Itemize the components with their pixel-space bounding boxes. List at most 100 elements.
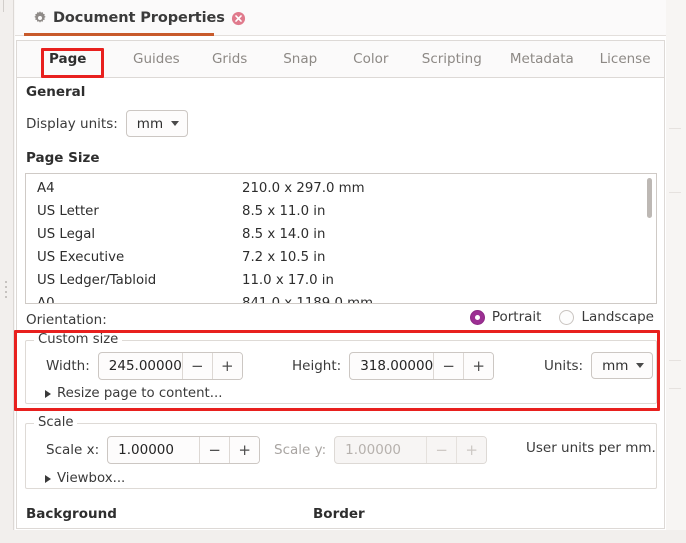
- height-stepper[interactable]: 318.00000 − +: [349, 352, 495, 380]
- scale-y-stepper: 1.00000 − +: [334, 436, 488, 464]
- scale-y-fields: Scale y: 1.00000 − +: [274, 436, 488, 464]
- chevron-right-icon: [45, 389, 51, 398]
- list-item[interactable]: US Ledger/Tabloid 11.0 x 17.0 in: [26, 269, 656, 292]
- page-size-dimensions: 8.5 x 14.0 in: [242, 227, 326, 242]
- custom-units-fields: Units: mm: [544, 352, 654, 379]
- units-label: Units:: [544, 357, 584, 374]
- orientation-row: Orientation: Portrait Landscape: [26, 309, 658, 333]
- width-label: Width:: [46, 358, 90, 374]
- tab-metadata[interactable]: Metadata: [497, 40, 586, 78]
- page-size-name: US Executive: [37, 250, 125, 265]
- list-item[interactable]: US Executive 7.2 x 10.5 in: [26, 246, 656, 269]
- tab-grids[interactable]: Grids: [194, 40, 265, 78]
- tab-scripting-label: Scripting: [421, 51, 482, 67]
- height-increment-button[interactable]: +: [463, 353, 494, 379]
- units-dropdown[interactable]: mm: [591, 352, 654, 379]
- resize-page-to-content-expander[interactable]: Resize page to content...: [45, 386, 222, 401]
- height-label: Height:: [292, 358, 342, 374]
- page-tab-content: General Display units: mm Page Size A4 2…: [16, 78, 665, 529]
- page-size-dimensions: 210.0 x 297.0 mm: [242, 181, 365, 196]
- tab-color-label: Color: [353, 51, 389, 67]
- panel-drag-handle[interactable]: [5, 281, 8, 298]
- width-stepper[interactable]: 245.00000 − +: [97, 352, 243, 380]
- custom-size-group: Custom size Width: 245.00000 − + Height:…: [25, 332, 657, 404]
- scale-x-fields: Scale x: 1.00000 − +: [46, 436, 261, 464]
- width-decrement-button[interactable]: −: [181, 353, 212, 379]
- tab-guides-label: Guides: [133, 51, 180, 67]
- page-size-name: US Ledger/Tabloid: [37, 273, 157, 288]
- list-item[interactable]: US Letter 8.5 x 11.0 in: [26, 200, 656, 223]
- scale-x-stepper[interactable]: 1.00000 − +: [107, 436, 261, 464]
- page-size-dimensions: 11.0 x 17.0 in: [242, 273, 334, 288]
- page-size-heading: Page Size: [26, 150, 100, 166]
- units-value: mm: [602, 357, 629, 374]
- right-outer-strip: [666, 0, 686, 543]
- tab-strip: Page Guides Grids Snap Color Scripting M…: [16, 40, 665, 78]
- custom-size-fields: Width: 245.00000 − +: [46, 352, 243, 380]
- orientation-label: Orientation:: [26, 312, 107, 328]
- title-accent-underline: [24, 33, 214, 36]
- scale-units-note: User units per mm.: [526, 440, 656, 456]
- tab-scripting[interactable]: Scripting: [406, 40, 497, 78]
- dialog-title-tab[interactable]: Document Properties: [24, 0, 256, 36]
- page-size-dimensions: 7.2 x 10.5 in: [242, 250, 326, 265]
- orientation-radio-group: Portrait Landscape: [469, 309, 654, 325]
- display-units-row: Display units: mm: [26, 110, 189, 137]
- viewbox-expander[interactable]: Viewbox...: [45, 471, 125, 486]
- list-item[interactable]: US Legal 8.5 x 14.0 in: [26, 223, 656, 246]
- viewbox-label: Viewbox...: [57, 471, 126, 486]
- scale-x-input[interactable]: 1.00000: [108, 437, 199, 463]
- radio-landscape-label: Landscape: [581, 309, 654, 325]
- gear-icon: [32, 10, 48, 26]
- tab-page[interactable]: Page: [17, 40, 118, 78]
- page-size-list-scrollbar[interactable]: [647, 178, 652, 300]
- page-size-name: A0: [37, 296, 55, 304]
- scale-x-increment-button[interactable]: +: [229, 437, 260, 463]
- tab-license[interactable]: License: [586, 40, 664, 78]
- tab-snap-label: Snap: [283, 51, 318, 67]
- chevron-down-icon: [171, 121, 180, 126]
- tab-snap[interactable]: Snap: [265, 40, 336, 78]
- tab-grids-label: Grids: [211, 51, 248, 67]
- radio-landscape[interactable]: Landscape: [559, 309, 654, 325]
- radio-portrait-label: Portrait: [491, 309, 542, 325]
- page-size-dimensions: 8.5 x 11.0 in: [242, 204, 326, 219]
- page-size-dimensions: 841.0 x 1189.0 mm: [242, 296, 374, 304]
- dialog-panel: Document Properties Page Guides Grids Sn…: [15, 0, 666, 530]
- custom-height-fields: Height: 318.00000 − +: [292, 352, 495, 380]
- scale-units-note-row: User units per mm.: [526, 440, 656, 456]
- tab-color[interactable]: Color: [336, 40, 407, 78]
- width-input[interactable]: 245.00000: [99, 353, 182, 379]
- tab-license-label: License: [599, 51, 651, 67]
- scale-x-decrement-button[interactable]: −: [199, 437, 230, 463]
- chevron-right-icon: [45, 474, 51, 483]
- page-size-list[interactable]: A4 210.0 x 297.0 mm US Letter 8.5 x 11.0…: [25, 173, 657, 304]
- display-units-dropdown[interactable]: mm: [125, 110, 189, 137]
- border-heading: Border: [313, 506, 365, 522]
- left-gutter: [0, 0, 14, 543]
- background-heading: Background: [26, 506, 117, 522]
- document-properties-dialog: Document Properties Page Guides Grids Sn…: [0, 0, 686, 543]
- tab-guides[interactable]: Guides: [118, 40, 194, 78]
- scrollbar-thumb[interactable]: [647, 178, 652, 218]
- gutter-top-edge: [0, 0, 4, 12]
- scale-y-input: 1.00000: [345, 442, 401, 458]
- list-item[interactable]: A0 841.0 x 1189.0 mm: [26, 292, 656, 304]
- height-decrement-button[interactable]: −: [433, 353, 464, 379]
- scale-y-increment-button: +: [456, 437, 487, 463]
- close-icon[interactable]: [231, 11, 246, 26]
- footer-strip: [0, 530, 686, 543]
- radio-landscape-indicator: [559, 309, 575, 325]
- dialog-titlebar: Document Properties: [15, 0, 666, 36]
- page-size-name: A4: [37, 181, 55, 196]
- page-size-name: US Legal: [37, 227, 96, 242]
- scale-y-label: Scale y:: [274, 442, 327, 458]
- general-heading: General: [26, 84, 86, 100]
- height-input[interactable]: 318.00000: [350, 353, 433, 379]
- radio-portrait[interactable]: Portrait: [469, 309, 542, 325]
- bottom-headings-row: Background Border: [17, 506, 666, 529]
- scale-legend: Scale: [34, 415, 78, 430]
- width-increment-button[interactable]: +: [211, 353, 242, 379]
- tab-metadata-label: Metadata: [509, 51, 574, 67]
- list-item[interactable]: A4 210.0 x 297.0 mm: [26, 177, 656, 200]
